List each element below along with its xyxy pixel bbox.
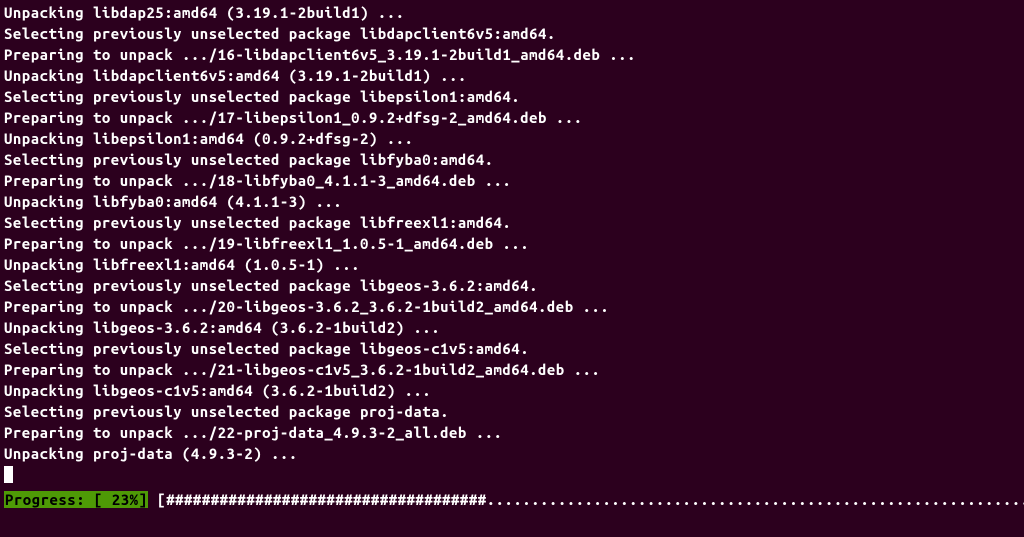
progress-label: Progress: [ 23%] <box>4 491 148 508</box>
terminal-line: Unpacking libgeos-3.6.2:amd64 (3.6.2-1bu… <box>4 317 1020 338</box>
terminal-line: Preparing to unpack .../22-proj-data_4.9… <box>4 422 1020 443</box>
terminal-output: Unpacking libdap25:amd64 (3.19.1-2build1… <box>4 2 1020 464</box>
terminal-line: Unpacking libdap25:amd64 (3.19.1-2build1… <box>4 2 1020 23</box>
terminal-line: Selecting previously unselected package … <box>4 275 1020 296</box>
terminal-line: Preparing to unpack .../18-libfyba0_4.1.… <box>4 170 1020 191</box>
terminal-line: Unpacking libepsilon1:amd64 (0.9.2+dfsg-… <box>4 128 1020 149</box>
cursor-line <box>4 464 1020 485</box>
terminal-line: Preparing to unpack .../20-libgeos-3.6.2… <box>4 296 1020 317</box>
terminal-line: Preparing to unpack .../16-libdapclient6… <box>4 44 1020 65</box>
terminal-line: Selecting previously unselected package … <box>4 401 1020 422</box>
progress-bar-filled: #################################### <box>166 491 486 508</box>
terminal-line: Selecting previously unselected package … <box>4 86 1020 107</box>
terminal-line: Preparing to unpack .../21-libgeos-c1v5_… <box>4 359 1020 380</box>
terminal-line: Selecting previously unselected package … <box>4 149 1020 170</box>
cursor <box>4 466 13 483</box>
progress-open-bracket: [ <box>148 491 166 508</box>
terminal-line: Selecting previously unselected package … <box>4 338 1020 359</box>
terminal-line: Unpacking libgeos-c1v5:amd64 (3.6.2-1bui… <box>4 380 1020 401</box>
terminal-line: Preparing to unpack .../19-libfreexl1_1.… <box>4 233 1020 254</box>
terminal-line: Preparing to unpack .../17-libepsilon1_0… <box>4 107 1020 128</box>
terminal-line: Selecting previously unselected package … <box>4 212 1020 233</box>
progress-line: Progress: [ 23%] [######################… <box>4 489 1020 510</box>
terminal-line: Unpacking libfreexl1:amd64 (1.0.5-1) ... <box>4 254 1020 275</box>
terminal-line: Unpacking libfyba0:amd64 (4.1.1-3) ... <box>4 191 1020 212</box>
terminal-line: Selecting previously unselected package … <box>4 23 1020 44</box>
terminal-line: Unpacking libdapclient6v5:amd64 (3.19.1-… <box>4 65 1020 86</box>
progress-bar-rest: ........................................… <box>487 491 1024 508</box>
terminal-line: Unpacking proj-data (4.9.3-2) ... <box>4 443 1020 464</box>
